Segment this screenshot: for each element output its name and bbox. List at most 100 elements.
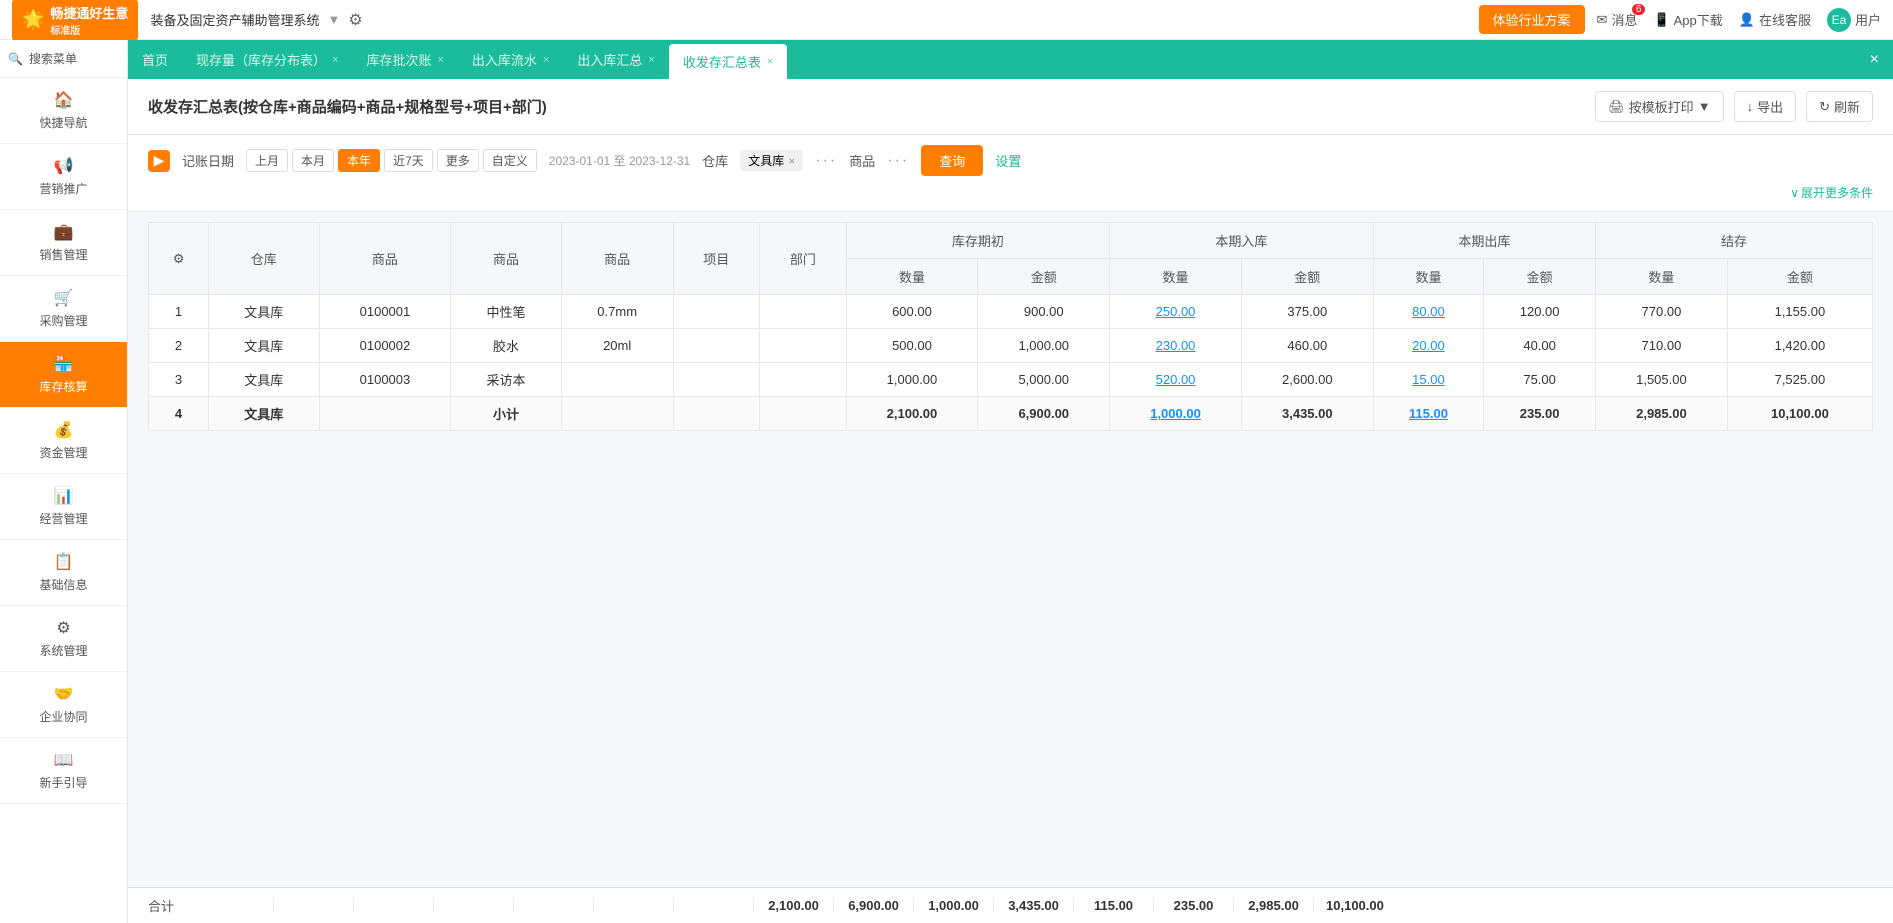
tab-flow-close[interactable]: × xyxy=(543,54,549,66)
settings-link[interactable]: 设置 xyxy=(995,151,1021,170)
cell-opening-amt: 1,000.00 xyxy=(978,329,1110,363)
cell-out-qty[interactable]: 15.00 xyxy=(1373,363,1484,397)
link-in-qty[interactable]: 250.00 xyxy=(1156,304,1196,319)
link-out-qty[interactable]: 20.00 xyxy=(1412,338,1445,353)
date-btn-this-month[interactable]: 本月 xyxy=(292,149,334,172)
finance-label: 资金管理 xyxy=(39,444,87,461)
sidebar-item-base[interactable]: 📋 基础信息 xyxy=(0,540,127,606)
system-selector-icon[interactable]: ▼ xyxy=(327,12,340,27)
sidebar-item-marketing[interactable]: 📢 营销推广 xyxy=(0,144,127,210)
goods-filter-dots[interactable]: ··· xyxy=(887,152,909,170)
date-label: 记账日期 xyxy=(182,151,234,170)
tab-batch-close[interactable]: × xyxy=(437,54,443,66)
app-download-item[interactable]: 📱 App下载 xyxy=(1653,10,1722,29)
date-btn-custom[interactable]: 自定义 xyxy=(483,149,537,172)
warehouse-tag-close[interactable]: × xyxy=(788,154,795,168)
total-opening-amt: 6,900.00 xyxy=(834,898,914,913)
table-container: ⚙ 仓库 商品 商品 商品 项目 部门 库存期初 本期入库 本期出库 结存 xyxy=(128,212,1893,887)
online-service-item[interactable]: 👤 在线客服 xyxy=(1739,10,1811,29)
query-button[interactable]: 查询 xyxy=(921,145,983,176)
sidebar-item-sales[interactable]: 💼 销售管理 xyxy=(0,210,127,276)
link-in-qty[interactable]: 520.00 xyxy=(1156,372,1196,387)
top-bar-right: ✉ 消息 6 📱 App下载 👤 在线客服 Ea 用户 xyxy=(1597,8,1881,32)
sales-label: 销售管理 xyxy=(39,246,87,263)
date-btn-7days[interactable]: 近7天 xyxy=(384,149,433,172)
cell-warehouse: 文具库 xyxy=(209,329,319,363)
cell-out-qty[interactable]: 80.00 xyxy=(1373,295,1484,329)
date-btn-more[interactable]: 更多 xyxy=(437,149,479,172)
cell-spec: 0.7mm xyxy=(561,295,673,329)
cell-seq: 2 xyxy=(149,329,209,363)
export-button[interactable]: ↓ 导出 xyxy=(1734,91,1797,122)
purchase-label: 采购管理 xyxy=(39,312,87,329)
user-item[interactable]: Ea 用户 xyxy=(1827,8,1881,32)
sidebar-item-guide[interactable]: 📖 新手引导 xyxy=(0,738,127,804)
cell-dept xyxy=(760,295,847,329)
print-button[interactable]: 🖨 按模板打印 ▼ xyxy=(1595,91,1723,122)
link-out-qty[interactable]: 115.00 xyxy=(1409,406,1448,421)
warehouse-tag[interactable]: 文具库 × xyxy=(740,150,803,171)
base-label: 基础信息 xyxy=(39,576,87,593)
cell-opening-amt: 900.00 xyxy=(978,295,1110,329)
sidebar-item-finance[interactable]: 💰 资金管理 xyxy=(0,408,127,474)
date-btn-last-month[interactable]: 上月 xyxy=(246,149,288,172)
cell-in-qty[interactable]: 230.00 xyxy=(1110,329,1242,363)
tab-batch[interactable]: 库存批次账 × xyxy=(352,42,457,77)
cell-in-qty[interactable]: 250.00 xyxy=(1110,295,1242,329)
cell-opening-qty: 500.00 xyxy=(846,329,978,363)
link-out-qty[interactable]: 80.00 xyxy=(1412,304,1445,319)
online-service-label: 在线客服 xyxy=(1759,10,1811,29)
th-dept: 部门 xyxy=(760,223,847,295)
sidebar-item-enterprise[interactable]: 🤝 企业协同 xyxy=(0,672,127,738)
total-out-amt: 235.00 xyxy=(1154,898,1234,913)
cell-seq: 3 xyxy=(149,363,209,397)
sidebar-item-inventory[interactable]: 🏪 库存核算 xyxy=(0,342,127,408)
cell-in-amt: 375.00 xyxy=(1241,295,1373,329)
total-closing-amt: 10,100.00 xyxy=(1314,898,1396,913)
cell-out-qty[interactable]: 115.00 xyxy=(1373,397,1484,431)
tab-summary[interactable]: 出入库汇总 × xyxy=(563,42,668,77)
tab-inventory-dist[interactable]: 现存量（库存分布表） × xyxy=(182,42,352,77)
refresh-button[interactable]: ↻ 刷新 xyxy=(1806,91,1873,122)
date-btn-this-year[interactable]: 本年 xyxy=(338,149,380,172)
cell-out-qty[interactable]: 20.00 xyxy=(1373,329,1484,363)
tab-receive-summary-close[interactable]: × xyxy=(767,56,773,68)
message-badge-item[interactable]: ✉ 消息 6 xyxy=(1597,10,1638,29)
tab-home[interactable]: 首页 xyxy=(128,42,182,77)
gear-icon[interactable]: ⚙ xyxy=(348,10,362,30)
filter-toggle-button[interactable]: ▶ xyxy=(148,150,170,172)
cell-dept xyxy=(760,397,847,431)
cell-out-amt: 235.00 xyxy=(1484,397,1596,431)
trial-button[interactable]: 体验行业方案 xyxy=(1479,5,1585,34)
cell-in-qty[interactable]: 1,000.00 xyxy=(1110,397,1242,431)
cell-code xyxy=(319,397,451,431)
th-warehouse: 仓库 xyxy=(209,223,319,295)
total-in-amt: 3,435.00 xyxy=(994,898,1074,913)
sidebar-item-system[interactable]: ⚙ 系统管理 xyxy=(0,606,127,672)
warehouse-filter-dots[interactable]: ··· xyxy=(815,152,837,170)
th-closing: 结存 xyxy=(1596,223,1873,259)
tab-inventory-dist-close[interactable]: × xyxy=(332,54,338,66)
tab-bar-close-all[interactable]: × xyxy=(1856,43,1893,77)
th-gear[interactable]: ⚙ xyxy=(149,223,209,295)
sidebar-item-search[interactable]: 🔍 搜索菜单 xyxy=(0,40,127,78)
tab-flow[interactable]: 出入库流水 × xyxy=(458,42,563,77)
link-in-qty[interactable]: 230.00 xyxy=(1156,338,1196,353)
expand-conditions-button[interactable]: ∨ 展开更多条件 xyxy=(1790,184,1873,201)
user-avatar: Ea xyxy=(1827,8,1851,32)
total-spacer6 xyxy=(594,898,674,913)
cell-out-amt: 75.00 xyxy=(1484,363,1596,397)
th-outbound: 本期出库 xyxy=(1373,223,1595,259)
link-out-qty[interactable]: 15.00 xyxy=(1412,372,1445,387)
operations-icon: 📊 xyxy=(54,486,74,506)
tab-summary-close[interactable]: × xyxy=(648,54,654,66)
main-layout: 🔍 搜索菜单 🏠 快捷导航 📢 营销推广 💼 销售管理 🛒 采购管理 🏪 库存核… xyxy=(0,40,1893,923)
cell-project xyxy=(673,397,760,431)
tab-receive-summary[interactable]: 收发存汇总表 × xyxy=(669,44,787,79)
sidebar-item-operations[interactable]: 📊 经营管理 xyxy=(0,474,127,540)
marketing-label: 营销推广 xyxy=(39,180,87,197)
link-in-qty[interactable]: 1,000.00 xyxy=(1150,406,1201,421)
sidebar-item-quick[interactable]: 🏠 快捷导航 xyxy=(0,78,127,144)
cell-in-qty[interactable]: 520.00 xyxy=(1110,363,1242,397)
sidebar-item-purchase[interactable]: 🛒 采购管理 xyxy=(0,276,127,342)
